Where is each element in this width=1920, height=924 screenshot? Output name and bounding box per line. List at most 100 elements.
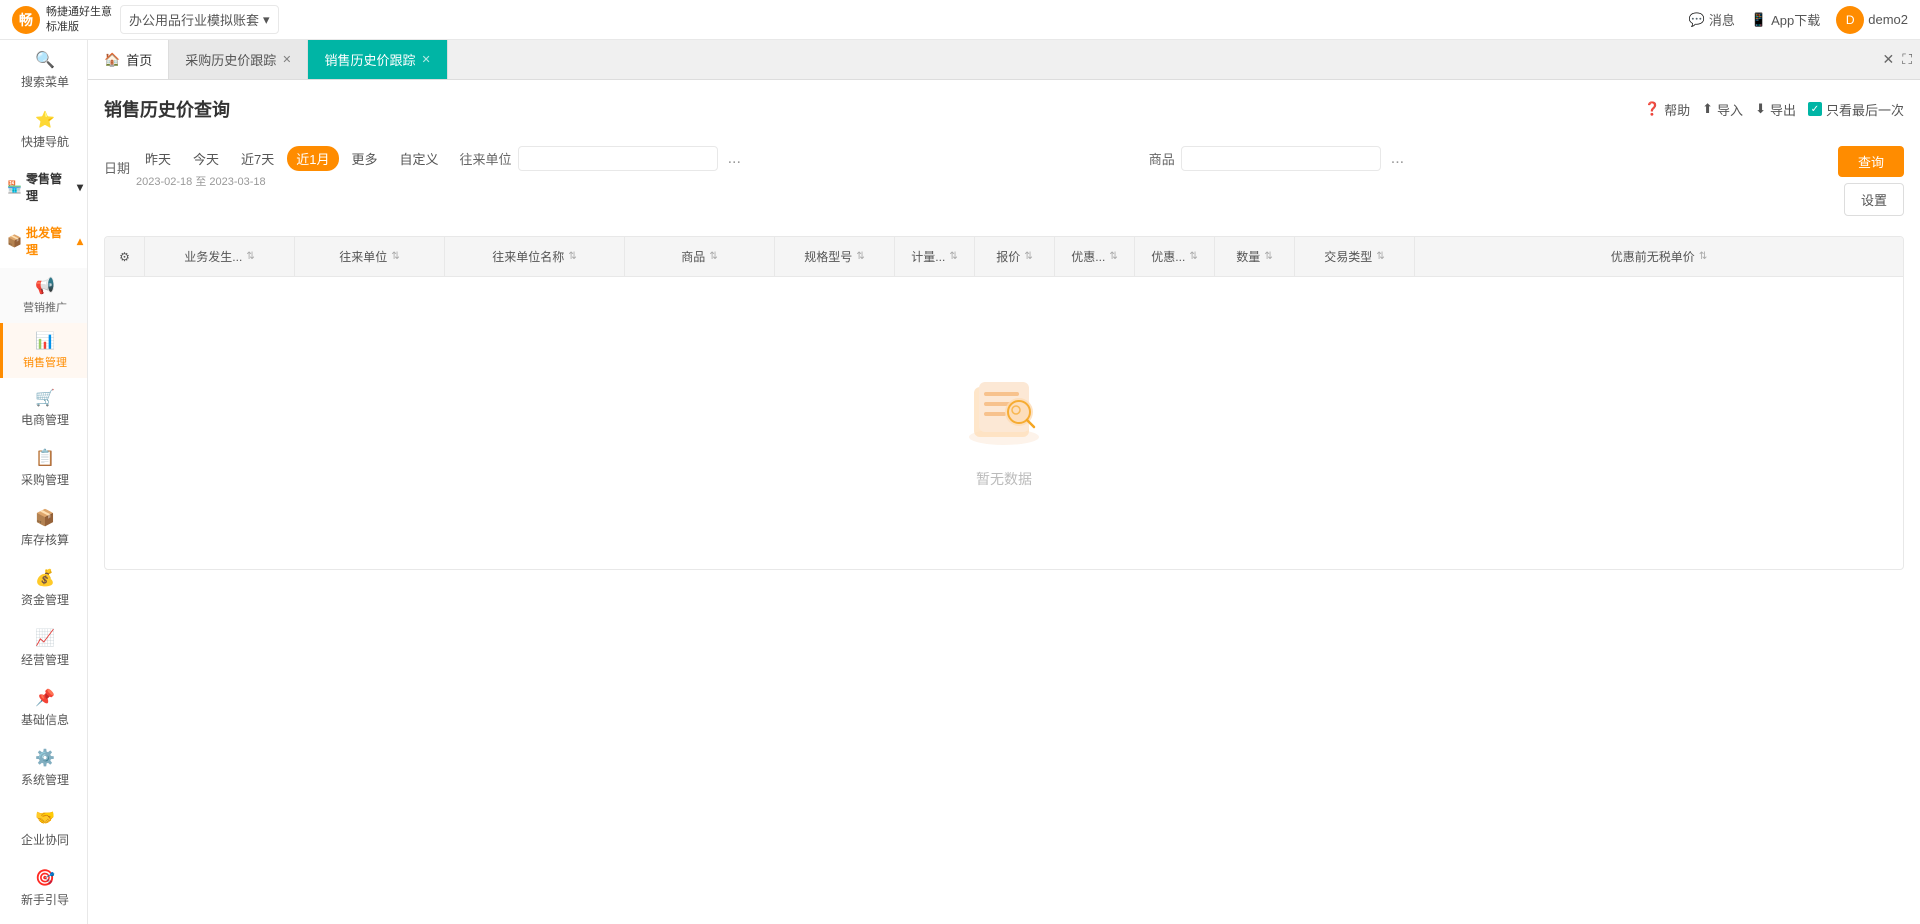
user-area[interactable]: D demo2 [1836,6,1908,34]
logo-icon: 畅 [12,6,40,34]
tab-sales-history-label: 销售历史价跟踪 [324,50,415,69]
tab-home-label: 首页 [126,50,152,69]
tab-sales-history-close[interactable]: ✕ [421,53,430,66]
tab-purchase-history-close[interactable]: ✕ [282,53,291,66]
inventory-icon: 📦 [35,508,55,528]
tab-purchase-history[interactable]: 采购历史价跟踪 ✕ [169,40,308,79]
tab-bar: 🏠 首页 采购历史价跟踪 ✕ 销售历史价跟踪 ✕ ✕ ⛶ [88,40,1920,80]
th-quote-label: 报价 [996,248,1020,265]
goods-dots-btn[interactable]: ... [1387,150,1408,168]
import-icon: ⬆ [1702,101,1713,117]
close-window-icon[interactable]: ✕ [1882,51,1894,68]
th-unit-code-label: 往来单位 [339,248,387,265]
sort-icon: ⇅ [949,251,957,262]
sort-icon: ⇅ [568,251,576,262]
sidebar-item-finance[interactable]: 💰 资金管理 [0,558,87,618]
import-btn[interactable]: ⬆ 导入 [1702,100,1743,119]
sidebar-item-label: 销售管理 [23,354,67,370]
help-btn[interactable]: ❓ 帮助 [1644,100,1690,119]
avatar: D [1836,6,1864,34]
unit-input[interactable] [518,146,718,171]
sidebar-item-marketing[interactable]: 📢 营销推广 [0,268,87,323]
date-btn-today[interactable]: 今天 [184,146,228,171]
date-label: 日期 [104,158,130,177]
top-bar: 畅 畅捷通好生意 标准版 办公用品行业模拟账套 ▾ 💬 消息 📱 App下载 D… [0,0,1920,40]
date-range-text: 2023-02-18 至 2023-03-18 [136,173,448,189]
th-trade-type-label: 交易类型 [1324,248,1372,265]
top-bar-left: 畅 畅捷通好生意 标准版 办公用品行业模拟账套 ▾ [12,5,279,34]
purchase-icon: 📋 [35,448,55,468]
sidebar-item-sales-mgmt[interactable]: 📊 销售管理 [0,323,87,378]
sort-icon: ⇅ [1109,251,1117,262]
app-download-label: App下载 [1771,10,1820,29]
sort-icon: ⇅ [856,251,864,262]
operation-icon: 📈 [35,628,55,648]
table-header: ⚙ 业务发生... ⇅ 往来单位 ⇅ 往来单位名称 ⇅ [105,237,1903,277]
tab-sales-history[interactable]: 销售历史价跟踪 ✕ [308,40,447,79]
th-unit-code[interactable]: 往来单位 ⇅ [295,237,445,276]
page-title-row: 销售历史价查询 ❓ 帮助 ⬆ 导入 ⬇ 导出 ✓ [104,96,1904,122]
sidebar-item-enterprise[interactable]: 🤝 企业协同 [0,798,87,858]
th-qty-label: 数量 [1236,248,1260,265]
sidebar-item-shortcut[interactable]: ⭐ 快捷导航 [0,100,87,160]
th-discount1[interactable]: 优惠... ⇅ [1055,237,1135,276]
date-btn-last1m[interactable]: 近1月 [287,146,338,171]
th-pretax-price[interactable]: 优惠前无税单价 ⇅ [1415,237,1903,276]
ecom-icon: 🛒 [35,388,55,408]
sidebar-item-app-center[interactable]: 📱 应用中心 [0,918,87,924]
th-pretax-price-label: 优惠前无税单价 [1611,248,1695,265]
maximize-icon[interactable]: ⛶ [1902,51,1912,68]
tab-home[interactable]: 🏠 首页 [88,40,169,79]
sort-icon: ⇅ [246,251,254,262]
chevron-down-icon: ▾ [263,12,270,28]
th-discount2[interactable]: 优惠... ⇅ [1135,237,1215,276]
goods-label: 商品 [1149,149,1175,168]
sidebar-item-system[interactable]: ⚙️ 系统管理 [0,738,87,798]
th-measure[interactable]: 计量... ⇅ [895,237,975,276]
th-unit-name-label: 往来单位名称 [492,248,564,265]
chevron-up-icon: ▴ [77,234,83,248]
th-biz-date[interactable]: 业务发生... ⇅ [145,237,295,276]
sidebar-item-wholesale[interactable]: 📦 批发管理 ▴ [0,214,87,268]
query-button[interactable]: 查询 [1838,146,1904,177]
sidebar-item-purchase[interactable]: 📋 采购管理 [0,438,87,498]
sidebar-item-ecom[interactable]: 🛒 电商管理 [0,378,87,438]
sidebar-item-guide[interactable]: 🎯 新手引导 [0,858,87,918]
th-unit-name[interactable]: 往来单位名称 ⇅ [445,237,625,276]
sort-icon: ⇅ [391,251,399,262]
logo-area: 畅 畅捷通好生意 标准版 [12,5,112,34]
sidebar-item-search[interactable]: 🔍 搜索菜单 [0,40,87,100]
help-label: 帮助 [1664,100,1690,119]
message-icon: 💬 [1689,12,1705,28]
checkbox-checked-icon: ✓ [1808,102,1822,116]
sidebar-item-inventory[interactable]: 📦 库存核算 [0,498,87,558]
page-actions: ❓ 帮助 ⬆ 导入 ⬇ 导出 ✓ 只看最后一次 [1644,100,1904,119]
main-layout: 🔍 搜索菜单 ⭐ 快捷导航 🏪 零售管理 ▾ 📦 批发管理 ▴ 📢 营销推广 📊… [0,40,1920,924]
message-btn[interactable]: 💬 消息 [1689,10,1735,29]
date-btn-custom[interactable]: 自定义 [391,146,448,171]
th-spec[interactable]: 规格型号 ⇅ [775,237,895,276]
finance-icon: 💰 [35,568,55,588]
th-qty[interactable]: 数量 ⇅ [1215,237,1295,276]
sidebar-item-retail[interactable]: 🏪 零售管理 ▾ [0,160,87,214]
export-btn[interactable]: ⬇ 导出 [1755,100,1796,119]
set-button[interactable]: 设置 [1844,183,1904,216]
th-settings[interactable]: ⚙ [105,237,145,276]
goods-input[interactable] [1181,146,1381,171]
date-btn-last7[interactable]: 近7天 [232,146,283,171]
filter-goods-group: 商品 ... [1149,146,1826,171]
date-btn-yesterday[interactable]: 昨天 [136,146,180,171]
th-quote[interactable]: 报价 ⇅ [975,237,1055,276]
th-trade-type[interactable]: 交易类型 ⇅ [1295,237,1415,276]
help-icon: ❓ [1644,101,1660,117]
sidebar-item-operation[interactable]: 📈 经营管理 [0,618,87,678]
sidebar-item-basic[interactable]: 📌 基础信息 [0,678,87,738]
only-last-checkbox[interactable]: ✓ 只看最后一次 [1808,100,1904,119]
app-download-btn[interactable]: 📱 App下载 [1751,10,1820,29]
th-goods[interactable]: 商品 ⇅ [625,237,775,276]
app-selector[interactable]: 办公用品行业模拟账套 ▾ [120,5,279,34]
sidebar-item-label: 采购管理 [21,471,69,488]
user-name: demo2 [1868,12,1908,27]
unit-dots-btn[interactable]: ... [724,150,745,168]
date-btn-more[interactable]: 更多 [343,146,387,171]
